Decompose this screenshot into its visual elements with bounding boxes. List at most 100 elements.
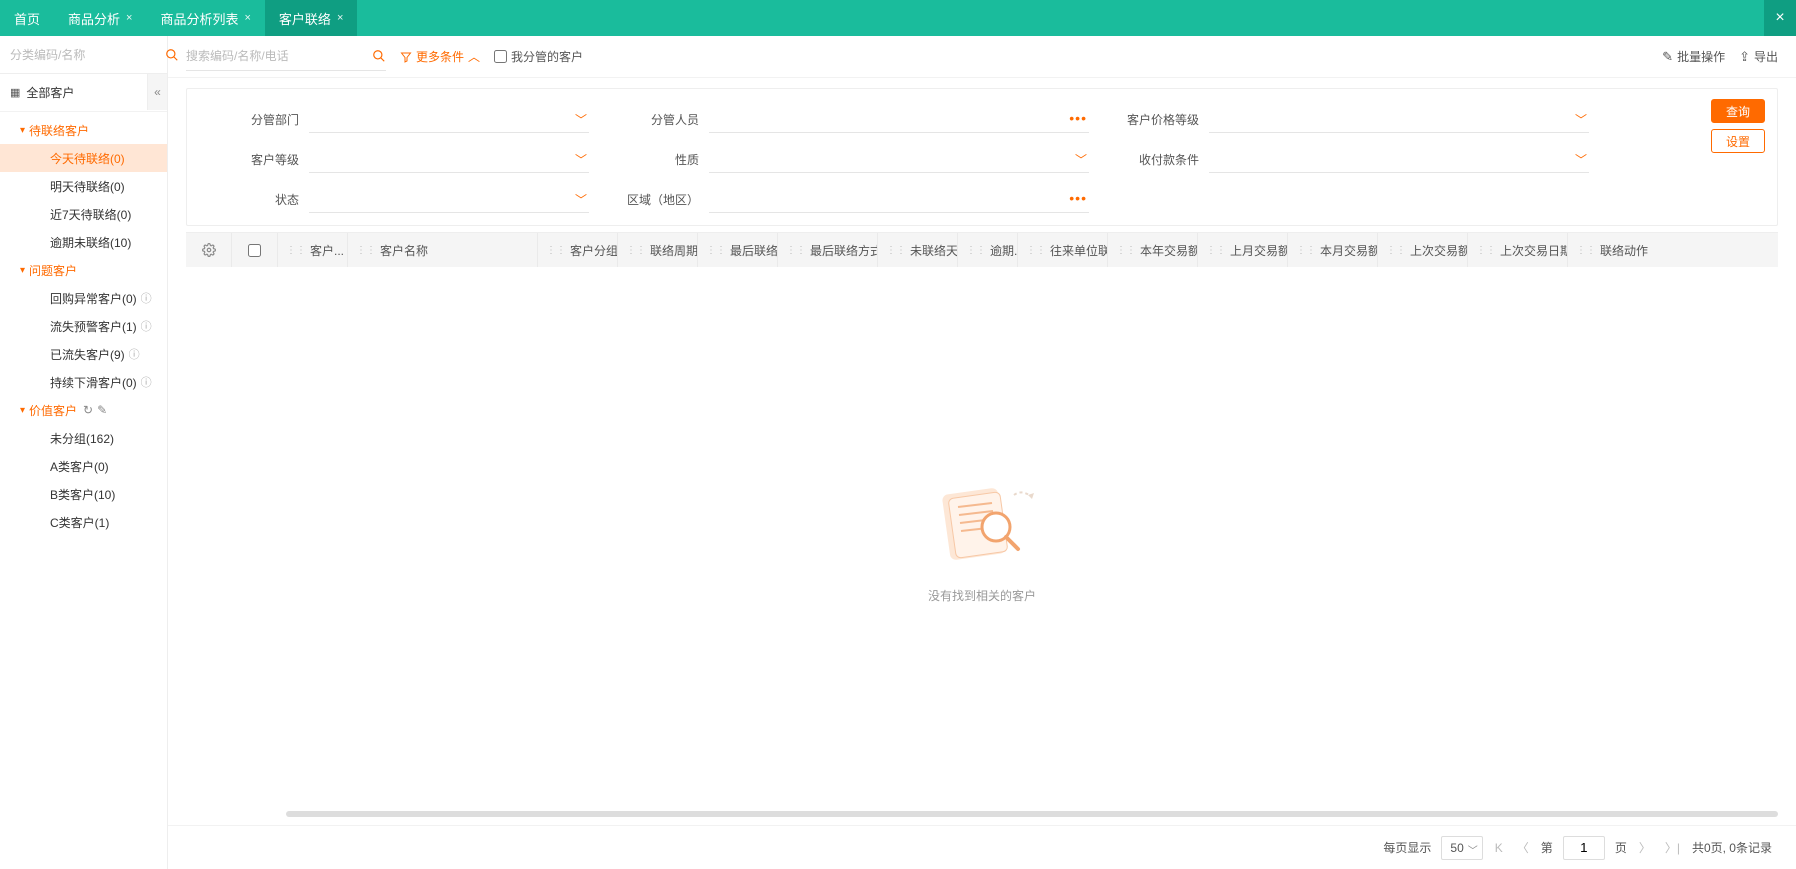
column-header[interactable]: ⋮⋮本月交易额 [1288, 233, 1378, 267]
filter-label: 区域（地区） [599, 191, 709, 208]
filter-input[interactable]: ﹀ [309, 145, 589, 173]
drag-icon: ⋮⋮ [706, 245, 726, 256]
filter-input[interactable]: ••• [709, 185, 1089, 213]
select-all-checkbox[interactable] [232, 233, 278, 267]
more-filter-label: 更多条件 [416, 48, 464, 65]
export-button[interactable]: ⇪ 导出 [1739, 48, 1778, 65]
top-tab-customer-contact[interactable]: 客户联络 × [265, 0, 357, 36]
batch-label: 批量操作 [1677, 48, 1725, 65]
column-header[interactable]: ⋮⋮本年交易额 [1108, 233, 1198, 267]
help-icon[interactable]: ⓘ [141, 374, 152, 390]
column-header[interactable]: ⋮⋮客户名称 [348, 233, 538, 267]
tree-group-header[interactable]: ▾ 待联络客户 [0, 116, 167, 144]
chevron-down-icon: ﹀ [575, 151, 587, 168]
empty-state: 没有找到相关的客户 [168, 267, 1796, 809]
search-input[interactable] [186, 49, 372, 63]
empty-text: 没有找到相关的客户 [928, 587, 1036, 604]
column-header[interactable]: ⋮⋮客户分组 [538, 233, 618, 267]
next-page-button[interactable]: 〉 [1637, 839, 1653, 856]
column-header[interactable]: ⋮⋮未联络天数 [878, 233, 958, 267]
close-icon[interactable]: × [337, 12, 343, 24]
tree-item-class-a[interactable]: A类客户(0) [0, 452, 167, 480]
filter-panel: 分管部门 ﹀ 分管人员 ••• 客户价格等级 ﹀ 客户等级 ﹀ 性质 [186, 88, 1778, 226]
scrollbar-thumb[interactable] [286, 811, 1778, 817]
column-header[interactable]: ⋮⋮最后联络方式 [778, 233, 878, 267]
first-page-button[interactable]: K [1493, 841, 1505, 855]
column-header[interactable]: ⋮⋮上次交易额 [1378, 233, 1468, 267]
drag-icon: ⋮⋮ [286, 245, 306, 256]
filter-label: 收付款条件 [1099, 151, 1209, 168]
more-icon: ••• [1069, 113, 1087, 123]
filter-input[interactable]: ﹀ [1209, 105, 1589, 133]
checkbox-input[interactable] [248, 244, 261, 257]
filter-input[interactable]: ﹀ [709, 145, 1089, 173]
sidebar-search-input[interactable] [10, 48, 165, 62]
horizontal-scrollbar[interactable] [186, 809, 1778, 819]
per-page-select[interactable]: 50 ﹀ [1441, 836, 1482, 860]
pager-total: 共0页, 0条记录 [1692, 839, 1772, 856]
column-header[interactable]: ⋮⋮逾期... [958, 233, 1018, 267]
edit-icon[interactable]: ✎ [97, 403, 107, 417]
batch-action-button[interactable]: ✎ 批量操作 [1662, 48, 1725, 65]
settings-button[interactable]: 设置 [1711, 129, 1765, 153]
column-header[interactable]: ⋮⋮联络周期 [618, 233, 698, 267]
column-header[interactable]: ⋮⋮ 最后联络... [698, 233, 778, 267]
drag-icon: ⋮⋮ [546, 245, 566, 256]
close-icon[interactable]: × [126, 12, 132, 24]
grid-icon: ▦ [10, 86, 20, 99]
column-header[interactable]: ⋮⋮联络动作 [1568, 233, 1648, 267]
tree-item-tomorrow[interactable]: 明天待联络(0) [0, 172, 167, 200]
sidebar-collapse-button[interactable]: « [147, 74, 167, 110]
tree-item-repurchase-abnormal[interactable]: 回购异常客户(0)ⓘ [0, 284, 167, 312]
toolbar: 更多条件 ︿ 我分管的客户 ✎ 批量操作 ⇪ 导出 [168, 36, 1796, 78]
tree-item-declining[interactable]: 持续下滑客户(0)ⓘ [0, 368, 167, 396]
last-page-button[interactable]: 〉| [1663, 839, 1682, 856]
tree-item-overdue[interactable]: 逾期未联络(10) [0, 228, 167, 256]
sidebar-all-customers[interactable]: ▦ 全部客户 [0, 74, 167, 112]
chevron-down-icon: ﹀ [1575, 111, 1587, 128]
tree-group-header[interactable]: ▾ 问题客户 [0, 256, 167, 284]
query-button[interactable]: 查询 [1711, 99, 1765, 123]
tree-group-header[interactable]: ▾ 价值客户 ↻ ✎ [0, 396, 167, 424]
table-wrapper: ⋮⋮客户...⋮⋮客户名称⋮⋮客户分组⋮⋮联络周期 ⋮⋮ 最后联络...⋮⋮最后联络… [186, 232, 1778, 267]
column-label: 联络动作 [1600, 242, 1648, 259]
tab-label: 首页 [14, 9, 40, 28]
tree-item-churn-warning[interactable]: 流失预警客户(1)ⓘ [0, 312, 167, 340]
column-label: 最后联络... [730, 242, 778, 259]
help-icon[interactable]: ⓘ [141, 290, 152, 306]
column-header[interactable]: ⋮⋮上次交易日期 [1468, 233, 1568, 267]
column-header[interactable]: ⋮⋮上月交易额 [1198, 233, 1288, 267]
help-icon[interactable]: ⓘ [129, 346, 140, 362]
filter-input[interactable]: ﹀ [309, 185, 589, 213]
my-customers-checkbox[interactable]: 我分管的客户 [494, 48, 583, 65]
page-number-input[interactable] [1563, 836, 1605, 860]
tree-item-churned[interactable]: 已流失客户(9)ⓘ [0, 340, 167, 368]
close-all-tabs-button[interactable]: × [1764, 0, 1796, 36]
column-header[interactable]: ⋮⋮往来单位联... [1018, 233, 1108, 267]
top-tab-product-analysis-list[interactable]: 商品分析列表 × [146, 0, 264, 36]
edit-icon: ✎ [1662, 49, 1673, 65]
tree-item-class-c[interactable]: C类客户(1) [0, 508, 167, 536]
search-icon[interactable] [372, 49, 386, 63]
refresh-icon[interactable]: ↻ [83, 403, 93, 417]
drag-icon: ⋮⋮ [966, 245, 986, 256]
tree-item-today[interactable]: 今天待联络(0) [0, 144, 167, 172]
filter-input[interactable]: ﹀ [309, 105, 589, 133]
checkbox-input[interactable] [494, 50, 507, 63]
filter-input[interactable]: ﹀ [1209, 145, 1589, 173]
table-settings-button[interactable] [186, 233, 232, 267]
prev-page-button[interactable]: 〈 [1515, 839, 1531, 856]
tree-item-class-b[interactable]: B类客户(10) [0, 480, 167, 508]
more-filter-toggle[interactable]: 更多条件 ︿ [400, 48, 480, 65]
column-header[interactable]: ⋮⋮客户... [278, 233, 348, 267]
filter-input[interactable]: ••• [709, 105, 1089, 133]
tree-item-label: 已流失客户(9) [50, 346, 125, 363]
filter-label: 客户价格等级 [1099, 111, 1209, 128]
search-icon[interactable] [165, 48, 179, 62]
tree-item-7days[interactable]: 近7天待联络(0) [0, 200, 167, 228]
close-icon[interactable]: × [244, 12, 250, 24]
top-tab-home[interactable]: 首页 [0, 0, 54, 36]
top-tab-product-analysis[interactable]: 商品分析 × [54, 0, 146, 36]
help-icon[interactable]: ⓘ [141, 318, 152, 334]
tree-item-ungrouped[interactable]: 未分组(162) [0, 424, 167, 452]
